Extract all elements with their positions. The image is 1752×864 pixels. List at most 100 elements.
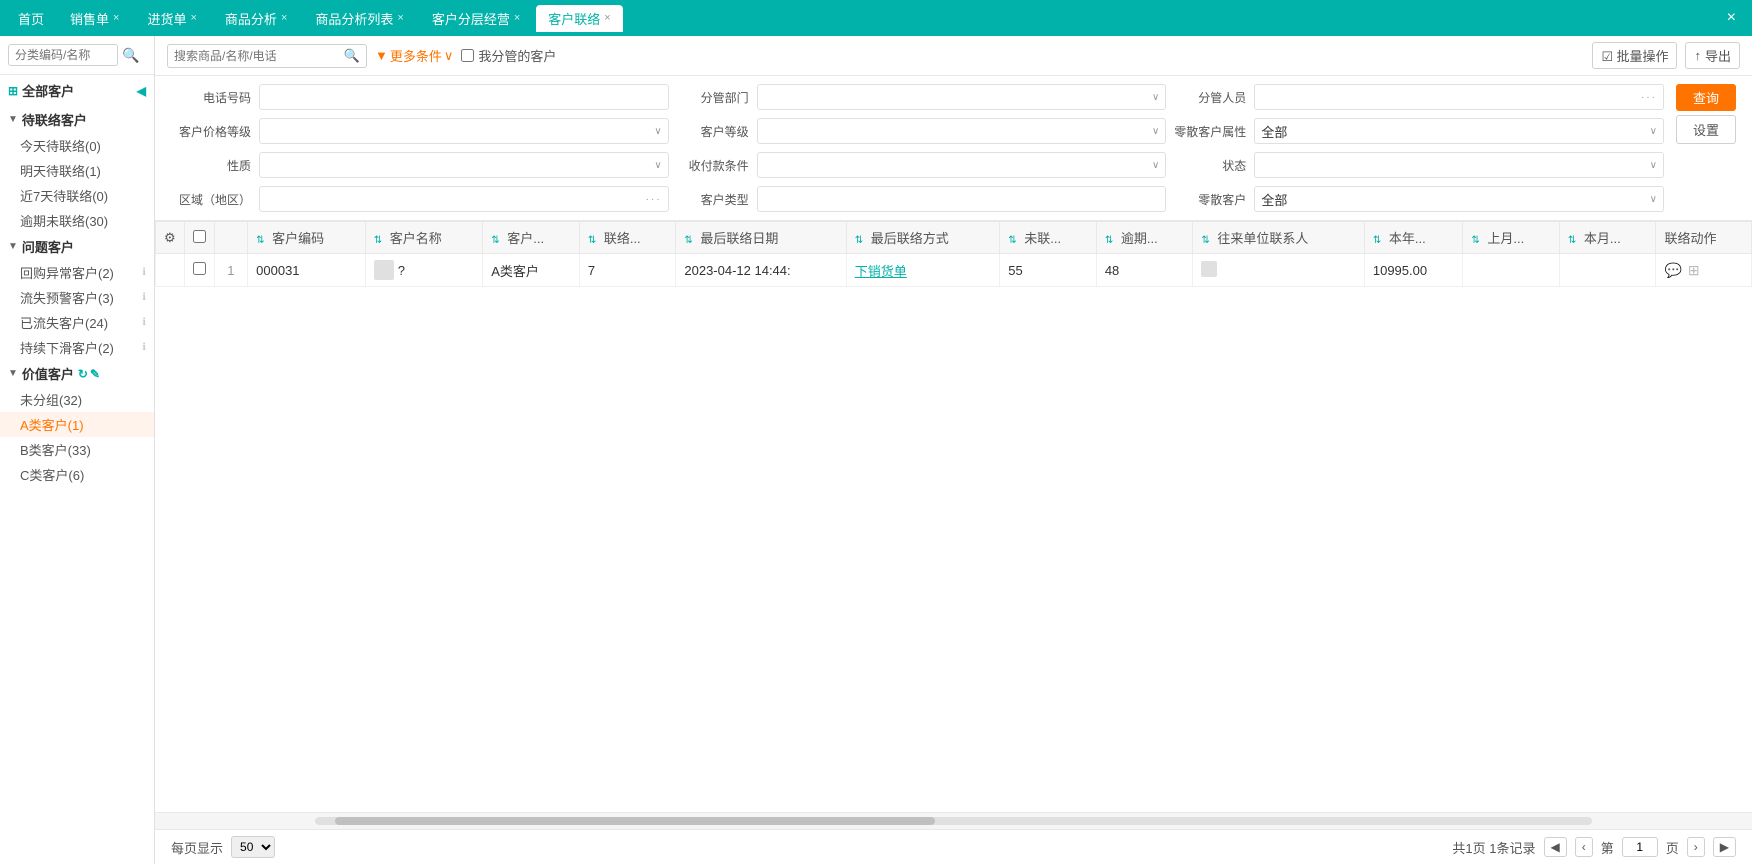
customer-type-input[interactable] xyxy=(757,186,1167,212)
sidebar-item-c-class[interactable]: C类客户(6) xyxy=(0,462,154,487)
sidebar-item-declining[interactable]: 持续下滑客户(2) ℹ xyxy=(0,335,154,360)
phone-input[interactable] xyxy=(259,84,669,110)
sidebar-all-customers[interactable]: ⊞ 全部客户 ◀ xyxy=(0,75,154,106)
sidebar-group-problem[interactable]: ▼ 问题客户 xyxy=(0,233,154,260)
row-checkbox[interactable] xyxy=(193,262,206,275)
bulk-ops-button[interactable]: ☑ 批量操作 xyxy=(1592,42,1677,69)
close-product-analysis-tab[interactable]: × xyxy=(281,12,287,24)
sidebar-group-pending[interactable]: ▼ 待联络客户 xyxy=(0,106,154,133)
sidebar-group-value[interactable]: ▼ 价值客户 ↻ ✎ xyxy=(0,360,154,387)
th-code: ⇅ 客户编码 xyxy=(248,222,366,254)
query-button[interactable]: 查询 xyxy=(1676,84,1736,111)
nature-select[interactable]: ∨ xyxy=(259,152,669,178)
page-size-select[interactable]: 50 xyxy=(231,836,275,858)
th-this-month: ⇅ 本月... xyxy=(1559,222,1656,254)
tab-purchase[interactable]: 进货单 × xyxy=(135,5,208,32)
filter-panel: 电话号码 分管部门 ∨ 分管人员 xyxy=(155,76,1752,221)
th-gear[interactable]: ⚙ xyxy=(156,222,185,254)
status-select[interactable]: ∨ xyxy=(1254,152,1664,178)
tab-home[interactable]: 首页 xyxy=(8,5,54,32)
close-product-analysis-list-tab[interactable]: × xyxy=(397,12,403,24)
refresh-icon[interactable]: ↻ xyxy=(78,367,88,381)
sidebar-search-input[interactable] xyxy=(8,44,118,66)
sidebar-item-abnormal[interactable]: 回购异常客户(2) ℹ xyxy=(0,260,154,285)
visit-contact-avatar xyxy=(1201,261,1217,277)
filter-row-2: 客户价格等级 ∨ 客户等级 ∨ xyxy=(171,118,1664,144)
dept-select[interactable]: ∨ xyxy=(757,84,1167,110)
search-bar: 🔍 ▼ 更多条件 ∨ 我分管的客户 ☑ 批量操作 ↑ 导出 xyxy=(155,36,1752,76)
export-button[interactable]: ↑ 导出 xyxy=(1685,42,1740,69)
search-input[interactable] xyxy=(174,49,344,63)
tab-product-analysis[interactable]: 商品分析 × xyxy=(213,5,299,32)
first-page-button[interactable]: ◀ xyxy=(1544,837,1567,857)
tab-sales[interactable]: 销售单 × xyxy=(58,5,131,32)
td-checkbox xyxy=(184,254,214,287)
sidebar-item-unclassified[interactable]: 未分组(32) xyxy=(0,387,154,412)
close-sales-tab[interactable]: × xyxy=(113,12,119,24)
td-contact: 7 xyxy=(579,254,676,287)
tab-product-analysis-list[interactable]: 商品分析列表 × xyxy=(303,5,415,32)
retail-attr-select[interactable]: 全部 ∨ xyxy=(1254,118,1664,144)
horizontal-scrollbar[interactable] xyxy=(315,817,1592,825)
search-icon[interactable]: 🔍 xyxy=(344,48,360,64)
price-level-select[interactable]: ∨ xyxy=(259,118,669,144)
arrow-icon-2: ▼ xyxy=(8,241,18,252)
next-page-button[interactable]: › xyxy=(1687,837,1705,857)
chevron-down-icon: ∨ xyxy=(444,48,454,64)
sidebar-item-churn-warning[interactable]: 流失预警客户(3) ℹ xyxy=(0,285,154,310)
window-close-button[interactable]: × xyxy=(1719,5,1744,31)
region-select[interactable]: ··· xyxy=(259,186,669,212)
close-purchase-tab[interactable]: × xyxy=(190,12,196,24)
page-number-input[interactable] xyxy=(1622,837,1658,857)
filter-cell-phone: 电话号码 xyxy=(171,84,669,110)
sidebar-item-churned[interactable]: 已流失客户(24) ℹ xyxy=(0,310,154,335)
info-icon-2: ℹ xyxy=(142,292,146,303)
page-label: 第 xyxy=(1601,838,1614,857)
main-layout: 🔍 ⊞ 全部客户 ◀ ▼ 待联络客户 今天待联络(0) 明天待联络(1) 近7天… xyxy=(0,36,1752,864)
manager-select[interactable]: ··· xyxy=(1254,84,1664,110)
sidebar-item-7days[interactable]: 近7天待联络(0) xyxy=(0,183,154,208)
sidebar-item-b-class[interactable]: B类客户(33) xyxy=(0,437,154,462)
retail-label: 零散客户 xyxy=(1166,191,1246,208)
td-last-date: 2023-04-12 14:44: xyxy=(676,254,846,287)
more-filter-button[interactable]: ▼ 更多条件 ∨ xyxy=(375,46,453,65)
sidebar-item-today[interactable]: 今天待联络(0) xyxy=(0,133,154,158)
arrow-icon: ▼ xyxy=(8,114,18,125)
sidebar-item-tomorrow[interactable]: 明天待联络(1) xyxy=(0,158,154,183)
sidebar-collapse-icon[interactable]: ◀ xyxy=(137,84,146,98)
close-customer-segment-tab[interactable]: × xyxy=(514,12,520,24)
tab-customer-segment[interactable]: 客户分层经营 × xyxy=(420,5,532,32)
region-label: 区域（地区） xyxy=(171,191,251,208)
td-last-month xyxy=(1463,254,1560,287)
customer-level-arrow: ∨ xyxy=(1152,126,1159,137)
sidebar-search-icon[interactable]: 🔍 xyxy=(122,47,139,64)
region-dots: ··· xyxy=(646,194,662,205)
sidebar-item-a-class[interactable]: A类客户(1) xyxy=(0,412,154,437)
select-all-checkbox[interactable] xyxy=(193,230,206,243)
chat-icon[interactable]: 💬 xyxy=(1664,262,1681,279)
sidebar-item-overdue[interactable]: 逾期未联络(30) xyxy=(0,208,154,233)
last-page-button[interactable]: ▶ xyxy=(1713,837,1736,857)
prev-page-button[interactable]: ‹ xyxy=(1575,837,1593,857)
nature-arrow: ∨ xyxy=(654,160,661,171)
payment-select[interactable]: ∨ xyxy=(757,152,1167,178)
last-method-link[interactable]: 下销货单 xyxy=(855,264,907,279)
edit-group-icon[interactable]: ✎ xyxy=(90,367,100,381)
td-name[interactable]: ? xyxy=(365,254,483,287)
my-customer-checkbox-area[interactable]: 我分管的客户 xyxy=(461,46,556,65)
qr-icon[interactable]: ⊞ xyxy=(1688,262,1700,279)
scrollbar-thumb[interactable] xyxy=(335,817,935,825)
sort-icon-this-month: ⇅ xyxy=(1568,235,1576,246)
filter-cell-price-level: 客户价格等级 ∨ xyxy=(171,118,669,144)
close-customer-contact-tab[interactable]: × xyxy=(604,12,610,24)
table-wrap: ⚙ ⇅ 客户编码 ⇅ 客户名称 xyxy=(155,221,1752,812)
th-last-month: ⇅ 上月... xyxy=(1463,222,1560,254)
retail-select[interactable]: 全部 ∨ xyxy=(1254,186,1664,212)
tab-customer-contact[interactable]: 客户联络 × xyxy=(536,5,622,32)
pagination: 每页显示 50 共1页 1条记录 ◀ ‹ 第 页 › ▶ xyxy=(155,829,1752,864)
set-button[interactable]: 设置 xyxy=(1676,115,1736,144)
my-customer-checkbox[interactable] xyxy=(461,49,474,62)
bulk-ops-icon: ☑ xyxy=(1601,49,1613,64)
customer-level-select[interactable]: ∨ xyxy=(757,118,1167,144)
manager-select-dots: ··· xyxy=(1641,92,1657,103)
